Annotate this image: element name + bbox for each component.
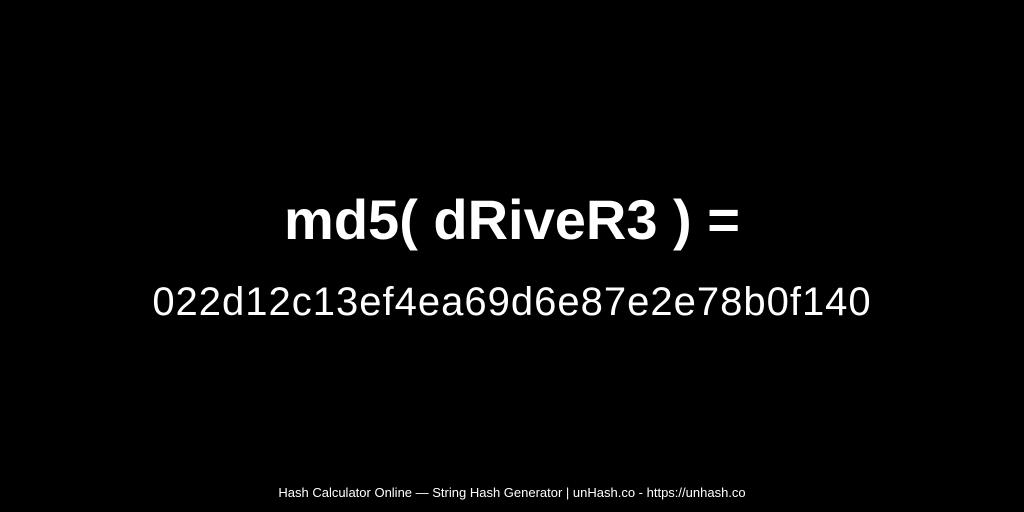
main-content: md5( dRiveR3 ) = 022d12c13ef4ea69d6e87e2… — [0, 0, 1024, 512]
hash-result: 022d12c13ef4ea69d6e87e2e78b0f140 — [152, 280, 871, 325]
footer-text: Hash Calculator Online — String Hash Gen… — [0, 485, 1024, 500]
hash-expression: md5( dRiveR3 ) = — [284, 187, 740, 252]
